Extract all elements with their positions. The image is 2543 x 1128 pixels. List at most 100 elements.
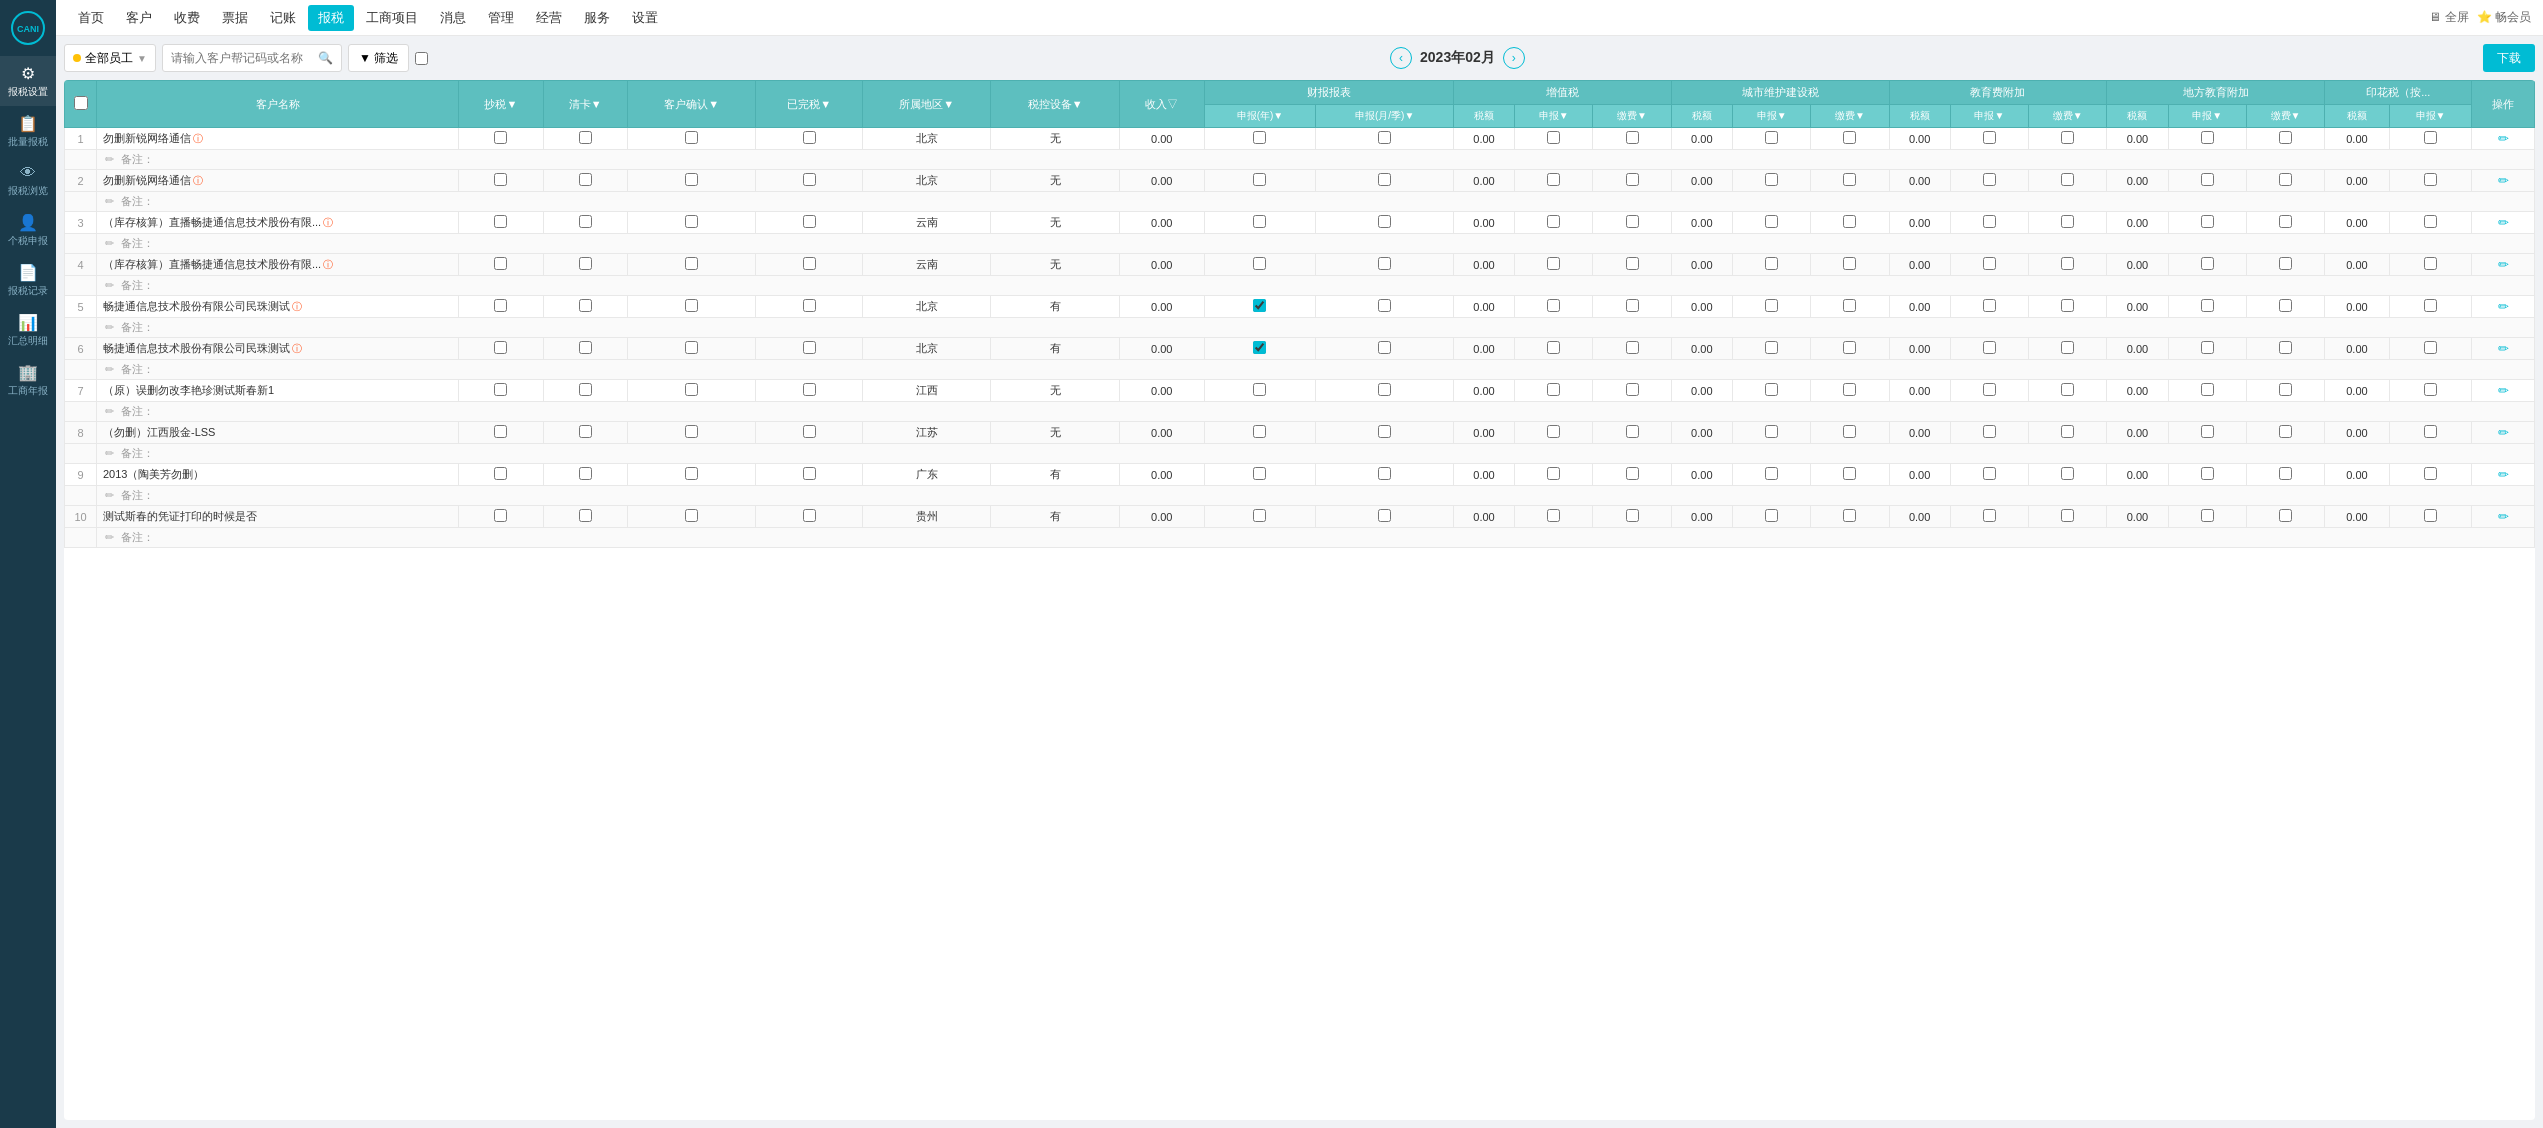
row-checkbox[interactable] bbox=[579, 383, 592, 396]
th-zzs-shen[interactable]: 申报▼ bbox=[1515, 105, 1593, 128]
download-button[interactable]: 下载 bbox=[2483, 44, 2535, 72]
status-checkbox[interactable] bbox=[2279, 131, 2292, 144]
prev-month-button[interactable]: ‹ bbox=[1390, 47, 1412, 69]
row-checkbox[interactable] bbox=[803, 341, 816, 354]
th-caibao-year[interactable]: 申报(年)▼ bbox=[1204, 105, 1316, 128]
status-checkbox[interactable] bbox=[2061, 215, 2074, 228]
df-shen-cell[interactable] bbox=[2168, 506, 2246, 528]
df-jiao-cell[interactable] bbox=[2246, 170, 2324, 192]
status-checkbox[interactable] bbox=[2279, 467, 2292, 480]
status-checkbox[interactable] bbox=[1983, 299, 1996, 312]
zzs-jiao-cell[interactable] bbox=[1593, 422, 1671, 444]
wanjishu-cell[interactable] bbox=[756, 380, 862, 402]
df-shen-cell[interactable] bbox=[2168, 464, 2246, 486]
sidebar-item-baoshuishezhi[interactable]: ⚙ 报税设置 bbox=[0, 56, 56, 106]
zzs-jiao-cell[interactable] bbox=[1593, 296, 1671, 318]
th-shuikong[interactable]: 税控设备▼ bbox=[991, 81, 1120, 128]
nav-business[interactable]: 工商项目 bbox=[356, 5, 428, 31]
status-checkbox[interactable] bbox=[2061, 299, 2074, 312]
note-content-cell[interactable]: ✏ 备注： bbox=[97, 402, 2535, 422]
jy-shen-cell[interactable] bbox=[1950, 338, 2028, 360]
df-jiao-cell[interactable] bbox=[2246, 422, 2324, 444]
th-qingka[interactable]: 清卡▼ bbox=[543, 81, 627, 128]
qingka-cell[interactable] bbox=[543, 128, 627, 150]
th-cs-jiao[interactable]: 缴费▼ bbox=[1811, 105, 1889, 128]
wanjishu-cell[interactable] bbox=[756, 170, 862, 192]
df-jiao-cell[interactable] bbox=[2246, 128, 2324, 150]
row-checkbox[interactable] bbox=[685, 383, 698, 396]
zzs-jiao-cell[interactable] bbox=[1593, 506, 1671, 528]
employee-filter-select[interactable]: 全部员工 ▼ bbox=[64, 44, 156, 72]
edit-row-btn[interactable]: ✏ bbox=[2498, 425, 2509, 440]
nav-service[interactable]: 服务 bbox=[574, 5, 620, 31]
status-checkbox[interactable] bbox=[1253, 299, 1266, 312]
status-checkbox[interactable] bbox=[2061, 341, 2074, 354]
row-checkbox[interactable] bbox=[803, 131, 816, 144]
mingxizhangset-checkbox[interactable] bbox=[415, 52, 428, 65]
jy-jiao-cell[interactable] bbox=[2029, 128, 2107, 150]
df-shen-cell[interactable] bbox=[2168, 338, 2246, 360]
qingka-cell[interactable] bbox=[543, 170, 627, 192]
status-checkbox[interactable] bbox=[1253, 425, 1266, 438]
df-jiao-cell[interactable] bbox=[2246, 254, 2324, 276]
status-checkbox[interactable] bbox=[1626, 299, 1639, 312]
status-checkbox[interactable] bbox=[1983, 467, 1996, 480]
status-checkbox[interactable] bbox=[1378, 383, 1391, 396]
wanjishu-cell[interactable] bbox=[756, 128, 862, 150]
edit-row-btn[interactable]: ✏ bbox=[2498, 383, 2509, 398]
caibao-month-cell[interactable] bbox=[1316, 296, 1454, 318]
edit-row-btn[interactable]: ✏ bbox=[2498, 299, 2509, 314]
queren-cell[interactable] bbox=[627, 254, 756, 276]
zzs-shen-cell[interactable] bbox=[1515, 422, 1593, 444]
yh-shen-cell[interactable] bbox=[2389, 254, 2472, 276]
row-checkbox[interactable] bbox=[685, 215, 698, 228]
nav-invoice[interactable]: 票据 bbox=[212, 5, 258, 31]
status-checkbox[interactable] bbox=[1378, 425, 1391, 438]
action-cell[interactable]: ✏ bbox=[2472, 338, 2535, 360]
row-checkbox[interactable] bbox=[803, 257, 816, 270]
qingka-cell[interactable] bbox=[543, 296, 627, 318]
zzs-shen-cell[interactable] bbox=[1515, 170, 1593, 192]
nav-homepage[interactable]: 首页 bbox=[68, 5, 114, 31]
action-cell[interactable]: ✏ bbox=[2472, 212, 2535, 234]
caibao-year-cell[interactable] bbox=[1204, 212, 1316, 234]
th-jy-shen[interactable]: 申报▼ bbox=[1950, 105, 2028, 128]
status-checkbox[interactable] bbox=[2424, 509, 2437, 522]
status-checkbox[interactable] bbox=[2279, 383, 2292, 396]
cs-jiao-cell[interactable] bbox=[1811, 380, 1889, 402]
status-checkbox[interactable] bbox=[1843, 341, 1856, 354]
status-checkbox[interactable] bbox=[1765, 383, 1778, 396]
row-checkbox[interactable] bbox=[494, 299, 507, 312]
th-df-jiao[interactable]: 缴费▼ bbox=[2246, 105, 2324, 128]
row-checkbox[interactable] bbox=[803, 425, 816, 438]
status-checkbox[interactable] bbox=[1378, 341, 1391, 354]
status-checkbox[interactable] bbox=[1765, 215, 1778, 228]
status-checkbox[interactable] bbox=[1843, 173, 1856, 186]
status-checkbox[interactable] bbox=[2424, 383, 2437, 396]
row-checkbox[interactable] bbox=[803, 215, 816, 228]
row-checkbox[interactable] bbox=[579, 257, 592, 270]
status-checkbox[interactable] bbox=[1765, 257, 1778, 270]
cs-jiao-cell[interactable] bbox=[1811, 296, 1889, 318]
row-checkbox[interactable] bbox=[803, 383, 816, 396]
row-checkbox[interactable] bbox=[803, 467, 816, 480]
queren-cell[interactable] bbox=[627, 128, 756, 150]
status-checkbox[interactable] bbox=[1765, 299, 1778, 312]
action-cell[interactable]: ✏ bbox=[2472, 464, 2535, 486]
status-checkbox[interactable] bbox=[1378, 215, 1391, 228]
note-content-cell[interactable]: ✏ 备注： bbox=[97, 444, 2535, 464]
status-checkbox[interactable] bbox=[1983, 425, 1996, 438]
note-content-cell[interactable]: ✏ 备注： bbox=[97, 276, 2535, 296]
df-shen-cell[interactable] bbox=[2168, 128, 2246, 150]
status-checkbox[interactable] bbox=[2201, 131, 2214, 144]
qingka-cell[interactable] bbox=[543, 422, 627, 444]
jy-jiao-cell[interactable] bbox=[2029, 380, 2107, 402]
jy-shen-cell[interactable] bbox=[1950, 380, 2028, 402]
jy-jiao-cell[interactable] bbox=[2029, 464, 2107, 486]
status-checkbox[interactable] bbox=[1843, 383, 1856, 396]
status-checkbox[interactable] bbox=[2201, 425, 2214, 438]
status-checkbox[interactable] bbox=[2061, 425, 2074, 438]
qingka-cell[interactable] bbox=[543, 254, 627, 276]
df-shen-cell[interactable] bbox=[2168, 254, 2246, 276]
wanjishu-cell[interactable] bbox=[756, 254, 862, 276]
